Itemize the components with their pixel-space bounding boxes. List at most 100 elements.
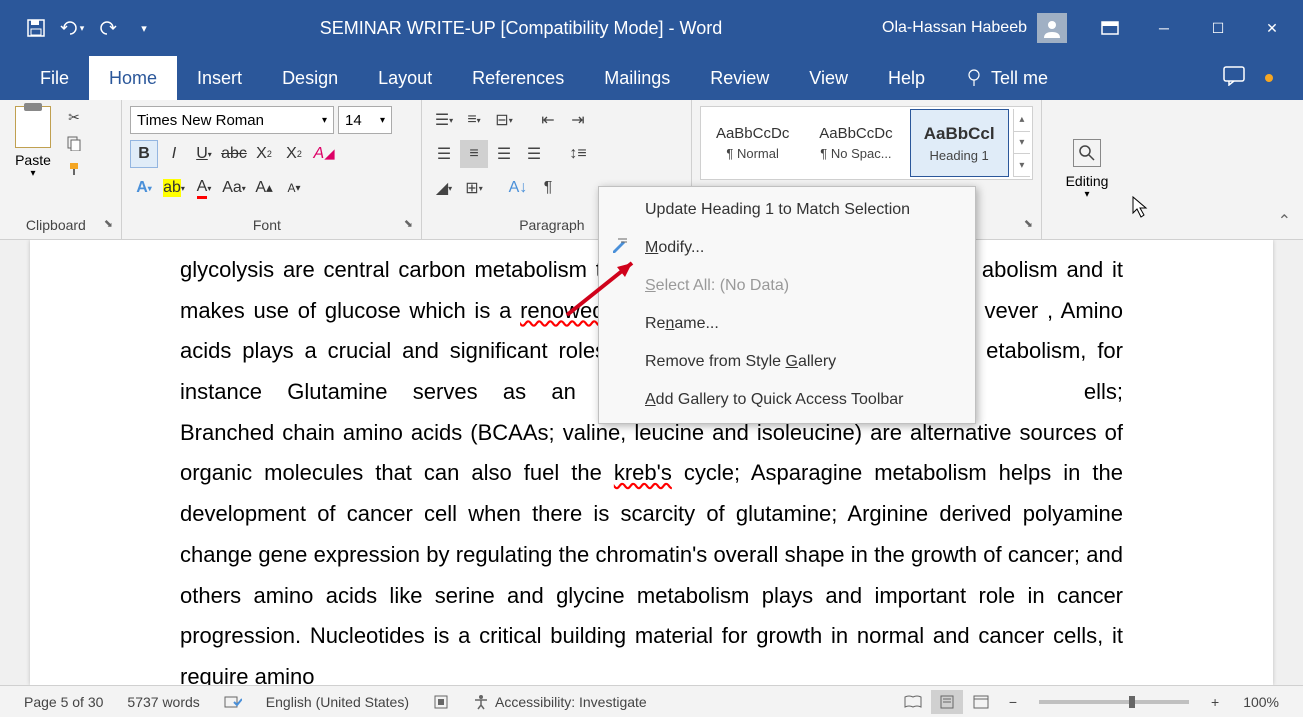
paste-button[interactable]: Paste ▾	[8, 106, 58, 180]
style-no-spacing[interactable]: AaBbCcDc ¶ No Spac...	[806, 109, 905, 177]
tab-references[interactable]: References	[452, 56, 584, 100]
zoom-out-button[interactable]: −	[997, 694, 1029, 710]
ribbon-display-button[interactable]	[1087, 12, 1133, 44]
undo-button[interactable]: ▾	[56, 12, 88, 44]
highlight-button[interactable]: ab ▾	[160, 174, 188, 202]
styles-scroll: ▴ ▾ ▾	[1013, 109, 1030, 177]
text-effects-button[interactable]: A ▾	[130, 174, 158, 202]
web-layout-button[interactable]	[965, 690, 997, 714]
subscript-button[interactable]: X2	[250, 140, 278, 168]
font-launcher[interactable]: ⬊	[404, 217, 413, 230]
ctx-add-to-qat[interactable]: Add Gallery to Quick Access Toolbar	[599, 381, 975, 419]
accessibility-status[interactable]: Accessibility: Investigate	[461, 694, 659, 710]
tell-me[interactable]: Tell me	[945, 56, 1068, 100]
tab-help[interactable]: Help	[868, 56, 945, 100]
grow-font-button[interactable]: A▴	[250, 174, 278, 202]
clear-formatting-button[interactable]: A◢	[310, 140, 338, 168]
comments-icon[interactable]	[1223, 66, 1245, 91]
view-buttons	[897, 690, 997, 714]
paste-icon	[15, 106, 51, 148]
qat-customize[interactable]: ▾	[128, 12, 160, 44]
zoom-in-button[interactable]: +	[1199, 694, 1231, 710]
borders-button[interactable]: ⊞ ▾	[460, 174, 488, 202]
shading-button[interactable]: ◢ ▾	[430, 174, 458, 202]
collapse-ribbon-button[interactable]: ⌃	[1278, 211, 1291, 231]
title-bar: ▾ ▾ SEMINAR WRITE-UP [Compatibility Mode…	[0, 0, 1303, 56]
save-button[interactable]	[20, 12, 52, 44]
increase-indent-button[interactable]: ⇥	[564, 106, 592, 134]
align-center-button[interactable]: ≡	[460, 140, 488, 168]
ctx-rename[interactable]: Rename...	[599, 305, 975, 343]
macro-icon[interactable]	[421, 694, 461, 710]
numbering-button[interactable]: ≡ ▾	[460, 106, 488, 134]
style-heading-1[interactable]: AaBbCcl Heading 1	[910, 109, 1009, 177]
word-count[interactable]: 5737 words	[115, 694, 211, 710]
styles-scroll-down[interactable]: ▾	[1014, 132, 1030, 155]
tab-design[interactable]: Design	[262, 56, 358, 100]
line-spacing-button[interactable]: ↕≡	[564, 140, 592, 168]
zoom-level[interactable]: 100%	[1231, 694, 1291, 710]
spell-check-icon[interactable]	[212, 694, 254, 710]
italic-button[interactable]: I	[160, 140, 188, 168]
user-account[interactable]: Ola-Hassan Habeeb	[882, 13, 1067, 43]
minimize-button[interactable]: ─	[1141, 12, 1187, 44]
styles-scroll-up[interactable]: ▴	[1014, 109, 1030, 132]
zoom-slider[interactable]	[1039, 700, 1189, 704]
language[interactable]: English (United States)	[254, 694, 421, 710]
find-icon	[1073, 139, 1101, 167]
justify-button[interactable]: ☰	[520, 140, 548, 168]
styles-expand[interactable]: ▾	[1014, 154, 1030, 177]
format-painter-button[interactable]	[62, 158, 86, 180]
print-layout-button[interactable]	[931, 690, 963, 714]
user-avatar-icon	[1037, 13, 1067, 43]
shrink-font-button[interactable]: A▾	[280, 174, 308, 202]
superscript-button[interactable]: X2	[280, 140, 308, 168]
tab-file[interactable]: File	[20, 56, 89, 100]
user-name: Ola-Hassan Habeeb	[882, 19, 1027, 37]
tab-home[interactable]: Home	[89, 56, 177, 100]
font-size-combo[interactable]: 14▾	[338, 106, 392, 134]
editing-group[interactable]: Editing ▾	[1042, 100, 1132, 239]
close-button[interactable]: ✕	[1249, 12, 1295, 44]
redo-button[interactable]	[92, 12, 124, 44]
pending-dot-icon	[1265, 74, 1273, 82]
tab-review[interactable]: Review	[690, 56, 789, 100]
tab-mailings[interactable]: Mailings	[584, 56, 690, 100]
align-left-button[interactable]: ☰	[430, 140, 458, 168]
styles-gallery: AaBbCcDc ¶ Normal AaBbCcDc ¶ No Spac... …	[700, 106, 1033, 180]
ctx-update-to-match[interactable]: Update Heading 1 to Match Selection	[599, 191, 975, 229]
tab-layout[interactable]: Layout	[358, 56, 452, 100]
sort-button[interactable]: A↓	[504, 174, 532, 202]
read-mode-button[interactable]	[897, 690, 929, 714]
styles-launcher[interactable]: ⬊	[1024, 217, 1033, 230]
ctx-select-all: Select All: (No Data)	[599, 267, 975, 305]
copy-button[interactable]	[62, 132, 86, 154]
maximize-button[interactable]: ☐	[1195, 12, 1241, 44]
decrease-indent-button[interactable]: ⇤	[534, 106, 562, 134]
ctx-modify[interactable]: Modify...	[599, 229, 975, 267]
align-right-button[interactable]: ☰	[490, 140, 518, 168]
strikethrough-button[interactable]: abc	[220, 140, 248, 168]
ctx-remove-from-gallery[interactable]: Remove from Style Gallery	[599, 343, 975, 381]
window-controls: ─ ☐ ✕	[1087, 12, 1295, 44]
change-case-button[interactable]: Aa ▾	[220, 174, 248, 202]
clipboard-launcher[interactable]: ⬊	[104, 217, 113, 230]
multilevel-button[interactable]: ⊟ ▾	[490, 106, 518, 134]
quick-access-toolbar: ▾ ▾	[8, 12, 160, 44]
bold-button[interactable]: B	[130, 140, 158, 168]
ribbon-tabs: File Home Insert Design Layout Reference…	[0, 56, 1303, 100]
bullets-button[interactable]: ☰ ▾	[430, 106, 458, 134]
tab-view[interactable]: View	[789, 56, 868, 100]
modify-icon	[611, 237, 631, 260]
tab-insert[interactable]: Insert	[177, 56, 262, 100]
show-marks-button[interactable]: ¶	[534, 174, 562, 202]
page-number[interactable]: Page 5 of 30	[12, 694, 115, 710]
font-name-combo[interactable]: Times New Roman▾	[130, 106, 334, 134]
font-color-button[interactable]: A ▾	[190, 174, 218, 202]
font-group: Times New Roman▾ 14▾ B I U ▾ abc X2 X2 A…	[122, 100, 422, 239]
status-bar: Page 5 of 30 5737 words English (United …	[0, 685, 1303, 717]
clipboard-group: Paste ▾ ✂ Clipboard ⬊	[0, 100, 122, 239]
cut-button[interactable]: ✂	[62, 106, 86, 128]
style-normal[interactable]: AaBbCcDc ¶ Normal	[703, 109, 802, 177]
underline-button[interactable]: U ▾	[190, 140, 218, 168]
